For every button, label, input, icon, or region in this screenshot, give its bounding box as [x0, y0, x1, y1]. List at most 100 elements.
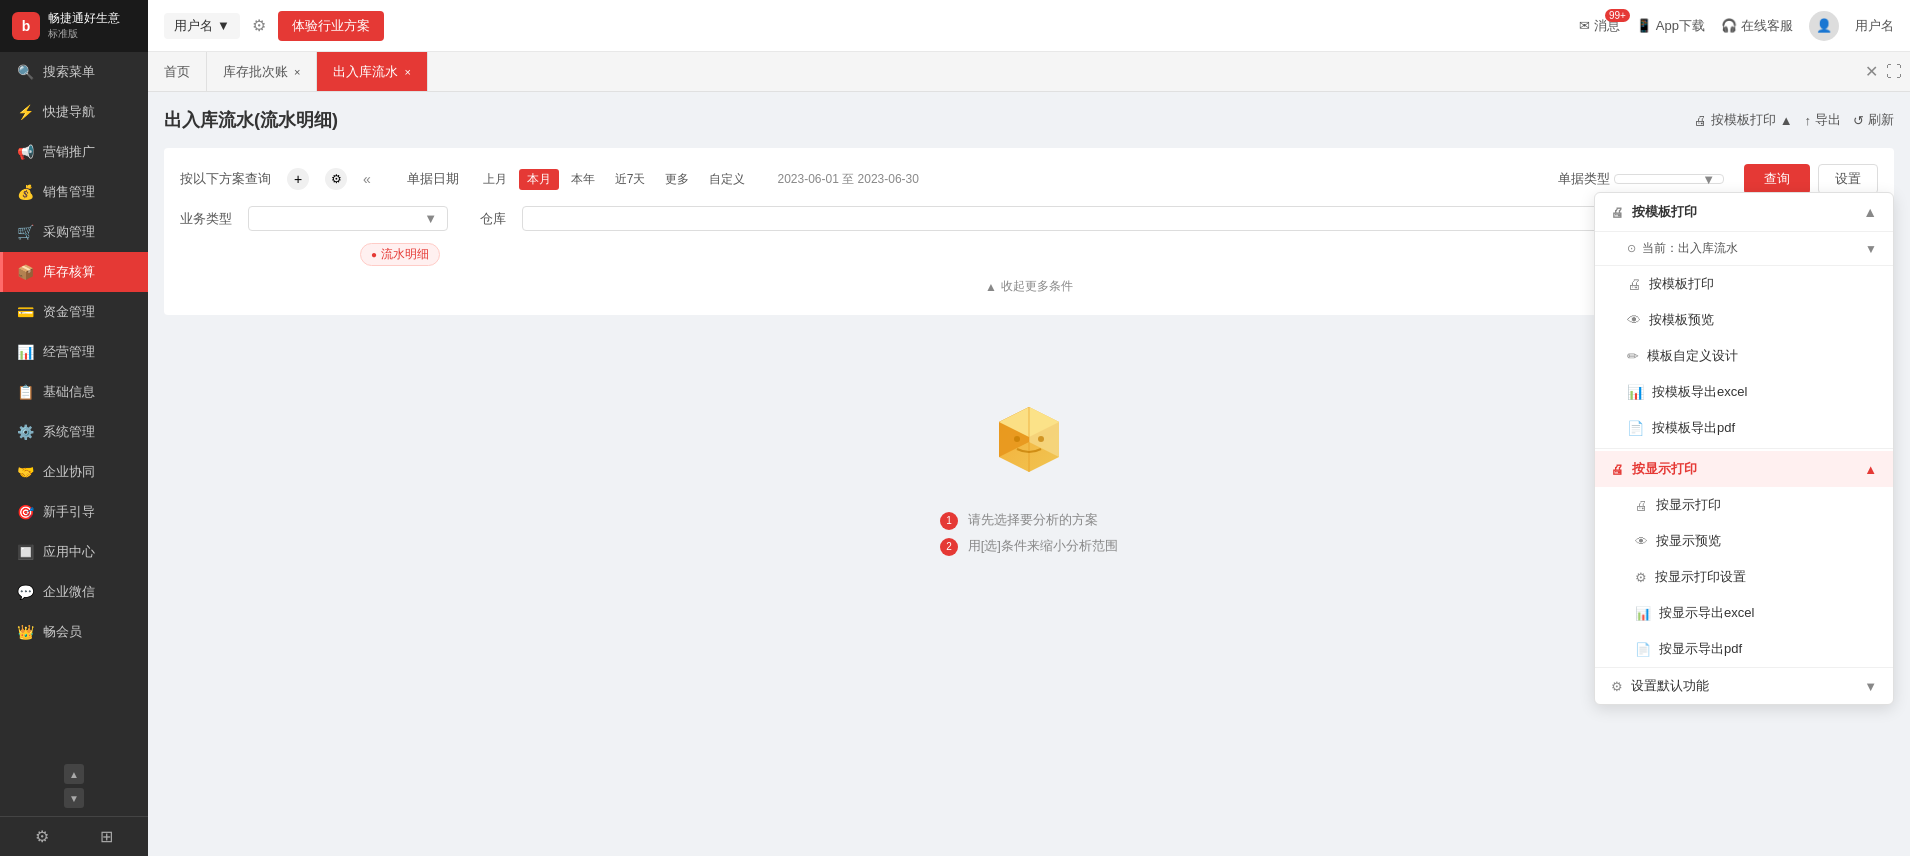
scroll-down-button[interactable]: ▼ [64, 788, 84, 808]
sidebar-item-operations[interactable]: 📊 经营管理 [0, 332, 148, 372]
dropdown-sub-item-display-settings[interactable]: ⚙ 按显示打印设置 [1595, 559, 1893, 595]
sidebar-item-search[interactable]: 🔍 搜索菜单 [0, 52, 148, 92]
tab-batch-close-icon[interactable]: × [294, 66, 300, 78]
dropdown-sub-printer-icon: 🖨 [1635, 498, 1648, 513]
export-label: 导出 [1815, 111, 1841, 129]
app-name: 畅捷通好生意 [48, 11, 120, 27]
collapse-up-icon: ▲ [985, 280, 997, 294]
date-btn-more[interactable]: 更多 [657, 169, 697, 190]
business-type-select[interactable]: ▼ [248, 206, 448, 231]
sidebar-item-label: 畅会员 [43, 623, 82, 641]
scroll-up-button[interactable]: ▲ [64, 764, 84, 784]
tab-expand-icon[interactable]: ⛶ [1886, 63, 1902, 81]
settings-icon[interactable]: ⚙ [35, 827, 49, 846]
page-area: 出入库流水(流水明细) 🖨 按模板打印 ▲ ↑ 导出 ↺ 刷新 [148, 92, 1910, 856]
sidebar-item-sales[interactable]: 💰 销售管理 [0, 172, 148, 212]
sidebar-scroll-controls: ▲ ▼ [0, 756, 148, 816]
sidebar-item-label: 库存核算 [43, 263, 95, 281]
filter-settings-button[interactable]: ⚙ [325, 168, 347, 190]
sidebar-item-inventory[interactable]: 📦 库存核算 [0, 252, 148, 292]
online-service-button[interactable]: 🎧 在线客服 [1721, 17, 1793, 35]
sidebar-item-basic[interactable]: 📋 基础信息 [0, 372, 148, 412]
tab-flow[interactable]: 出入库流水 × [317, 52, 427, 91]
app-download-button[interactable]: 📱 App下载 [1636, 17, 1705, 35]
date-btn-this-month[interactable]: 本月 [519, 169, 559, 190]
print-button[interactable]: 🖨 按模板打印 ▲ [1694, 111, 1793, 129]
sidebar-item-app-center[interactable]: 🔲 应用中心 [0, 532, 148, 572]
sidebar-item-quick-nav[interactable]: ⚡ 快捷导航 [0, 92, 148, 132]
message-button[interactable]: ✉ 消息 99+ [1579, 17, 1620, 35]
dropdown-sub-item-display-preview[interactable]: 👁 按显示预览 [1595, 523, 1893, 559]
dropdown-chevron-up-icon[interactable]: ▲ [1863, 204, 1877, 220]
sidebar-item-system[interactable]: ⚙️ 系统管理 [0, 412, 148, 452]
sidebar-item-wechat[interactable]: 💬 企业微信 [0, 572, 148, 612]
sidebar-item-label: 采购管理 [43, 223, 95, 241]
dropdown-item-template-export-excel[interactable]: 📊 按模板导出excel [1595, 374, 1893, 410]
filter-query-actions: 单据类型 ▼ 查询 设置 [1558, 164, 1878, 194]
basic-icon: 📋 [15, 382, 35, 402]
empty-illustration [979, 387, 1079, 487]
dropdown-item-template-custom[interactable]: ✏ 模板自定义设计 [1595, 338, 1893, 374]
dropdown-section-printer-icon: 🖨 [1611, 462, 1624, 477]
dropdown-sub-item-display-print[interactable]: 🖨 按显示打印 [1595, 487, 1893, 523]
dropdown-footer[interactable]: ⚙ 设置默认功能 ▼ [1595, 667, 1893, 704]
step-1-number: 1 [940, 512, 958, 530]
sidebar-nav: 🔍 搜索菜单 ⚡ 快捷导航 📢 营销推广 💰 销售管理 🛒 采购管理 📦 库存核… [0, 52, 148, 756]
sidebar-item-label: 企业微信 [43, 583, 95, 601]
username-label[interactable]: 用户名 [1855, 17, 1894, 35]
dropdown-item-template-export-pdf[interactable]: 📄 按模板导出pdf [1595, 410, 1893, 446]
dropdown-item-label: 按模板打印 [1649, 275, 1714, 293]
user-selector[interactable]: 用户名 ▼ [164, 13, 240, 39]
sidebar-item-finance[interactable]: 💳 资金管理 [0, 292, 148, 332]
empty-steps: 1 请先选择要分析的方案 2 用[选]条件来缩小分析范围 [940, 507, 1118, 559]
avatar[interactable]: 👤 [1809, 11, 1839, 41]
tabs-right-controls: ✕ ⛶ [1865, 62, 1910, 81]
dropdown-sub-item-label: 按显示导出excel [1659, 604, 1754, 622]
filter-tag-stream[interactable]: ● 流水明细 [360, 243, 440, 266]
sidebar-item-vip[interactable]: 👑 畅会员 [0, 612, 148, 652]
dropdown-header[interactable]: 🖨 按模板打印 ▲ [1595, 193, 1893, 232]
dropdown-sub-pdf-icon: 📄 [1635, 642, 1651, 657]
query-button[interactable]: 查询 [1744, 164, 1810, 194]
online-service-label: 在线客服 [1741, 17, 1793, 35]
sidebar-item-purchase[interactable]: 🛒 采购管理 [0, 212, 148, 252]
tab-batch[interactable]: 库存批次账 × [207, 52, 317, 91]
dropdown-sub-item-display-export-excel[interactable]: 📊 按显示导出excel [1595, 595, 1893, 631]
dropdown-section-display[interactable]: 🖨 按显示打印 ▲ [1595, 451, 1893, 487]
page-actions: 🖨 按模板打印 ▲ ↑ 导出 ↺ 刷新 [1694, 111, 1894, 129]
voucher-type-select[interactable]: ▼ [1614, 174, 1724, 184]
dropdown-sub-item-display-export-pdf[interactable]: 📄 按显示导出pdf [1595, 631, 1893, 667]
collapse-button[interactable]: ▲ 收起更多条件 [985, 278, 1073, 295]
gear-icon[interactable]: ⚙ [252, 16, 266, 35]
tab-home[interactable]: 首页 [148, 52, 207, 91]
dropdown-item-template-preview[interactable]: 👁 按模板预览 [1595, 302, 1893, 338]
column-settings-button[interactable]: 设置 [1818, 164, 1878, 194]
sidebar-item-marketing[interactable]: 📢 营销推广 [0, 132, 148, 172]
sidebar-item-guide[interactable]: 🎯 新手引导 [0, 492, 148, 532]
filter-add-button[interactable]: + [287, 168, 309, 190]
date-btn-custom[interactable]: 自定义 [701, 169, 753, 190]
search-icon: 🔍 [15, 62, 35, 82]
dropdown-item-label: 模板自定义设计 [1647, 347, 1738, 365]
sidebar-item-label: 企业协同 [43, 463, 95, 481]
sidebar-item-cooperation[interactable]: 🤝 企业协同 [0, 452, 148, 492]
tab-close-all-icon[interactable]: ✕ [1865, 62, 1878, 81]
filter-tag-icon: ● [371, 249, 377, 260]
export-button[interactable]: ↑ 导出 [1805, 111, 1842, 129]
sidebar-item-label: 销售管理 [43, 183, 95, 201]
filter-collapse-icon[interactable]: « [363, 171, 371, 187]
tab-flow-close-icon[interactable]: × [404, 66, 410, 78]
date-btn-7days[interactable]: 近7天 [607, 169, 654, 190]
dropdown-title: 按模板打印 [1632, 203, 1697, 221]
dropdown-item-template-print[interactable]: 🖨 按模板打印 [1595, 266, 1893, 302]
marketing-icon: 📢 [15, 142, 35, 162]
trial-button[interactable]: 体验行业方案 [278, 11, 384, 41]
sidebar-item-label: 应用中心 [43, 543, 95, 561]
current-arrow-icon: ▼ [1865, 242, 1877, 256]
refresh-button[interactable]: ↺ 刷新 [1853, 111, 1894, 129]
date-btn-this-year[interactable]: 本年 [563, 169, 603, 190]
svg-point-5 [1014, 436, 1020, 442]
collapse-sidebar-icon[interactable]: ⊞ [100, 827, 113, 846]
sidebar-item-label: 经营管理 [43, 343, 95, 361]
date-btn-last-month[interactable]: 上月 [475, 169, 515, 190]
